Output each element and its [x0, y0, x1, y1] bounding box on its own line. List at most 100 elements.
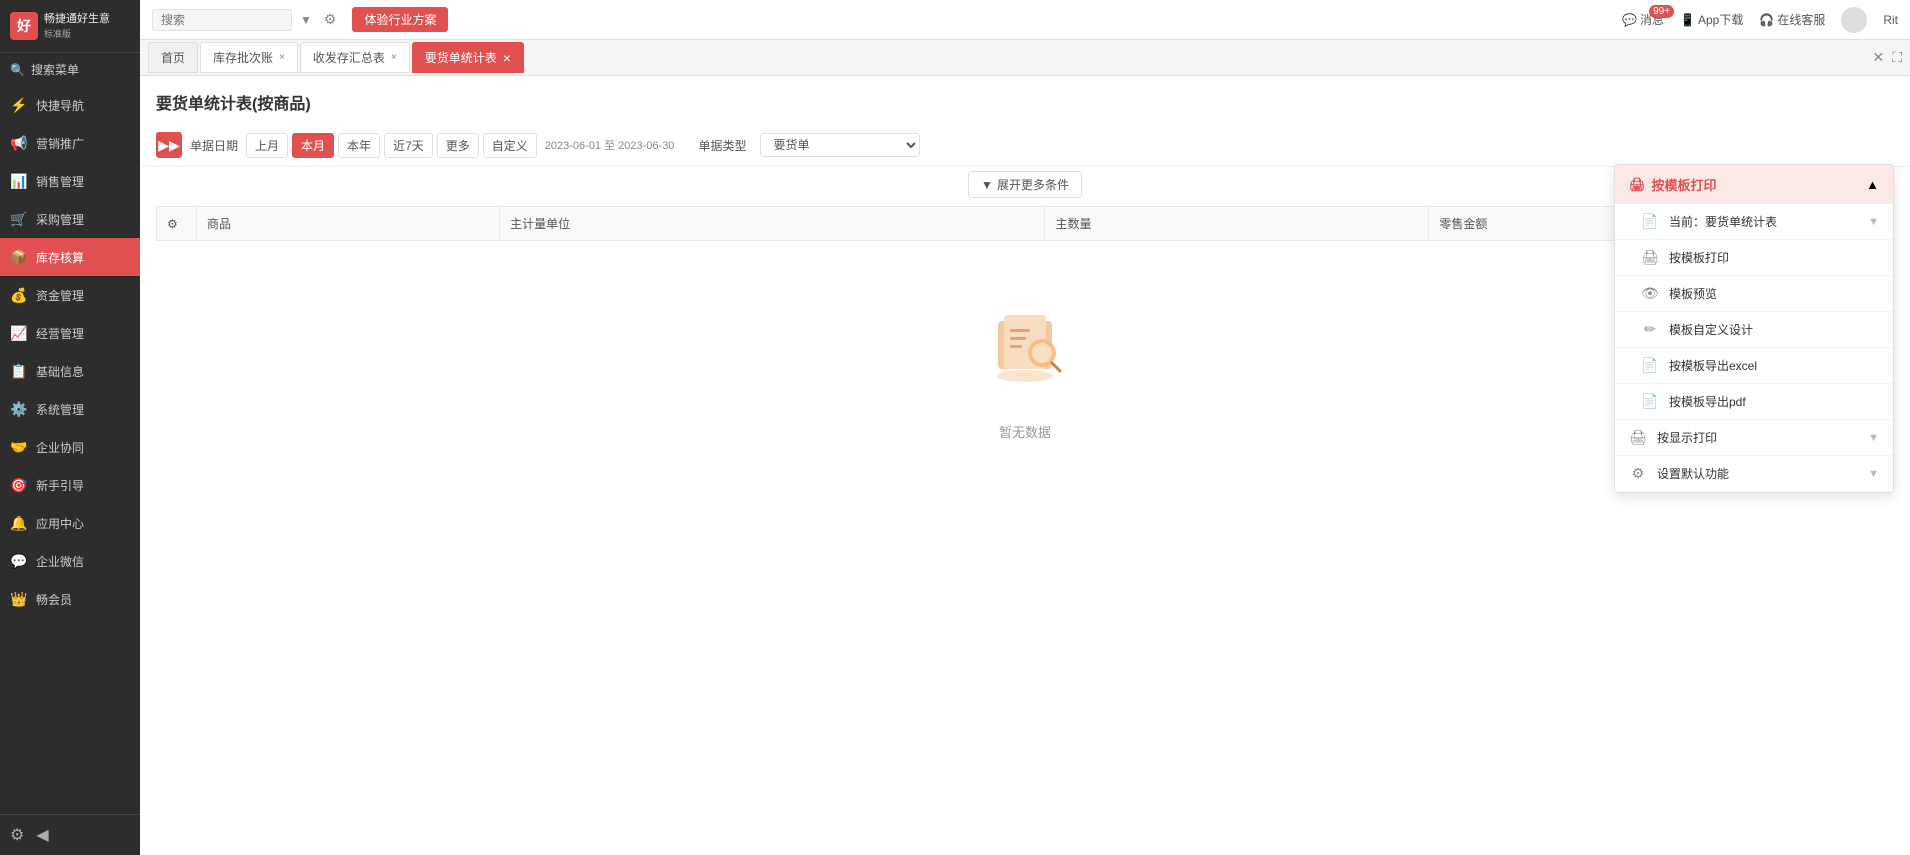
experience-btn[interactable]: 体验行业方案: [352, 7, 448, 32]
empty-text: 暂无数据: [999, 422, 1051, 441]
sidebar-item-marketing[interactable]: 📢 营销推广: [0, 124, 140, 162]
expand-label: 展开更多条件: [997, 176, 1069, 193]
sidebar-item-newbie[interactable]: 🎯 新手引导: [0, 466, 140, 504]
empty-icon: [980, 301, 1070, 410]
print-dropdown-item-default-func[interactable]: ⚙ 设置默认功能 ▼: [1615, 456, 1893, 492]
wechat-icon: 💬: [10, 552, 28, 570]
tab-order-summary-label: 要货单统计表: [425, 49, 497, 66]
type-filter-select[interactable]: 要货单: [760, 133, 920, 157]
basic-icon: 📋: [10, 362, 28, 380]
print-dropdown-item-template-excel[interactable]: 📄 按模板导出excel: [1615, 348, 1893, 384]
main-area: ▼ ⚙ 体验行业方案 💬 消息 99+ 📱 App下载 🎧 在线客服 Rit 首…: [140, 0, 1910, 855]
sidebar-item-operations[interactable]: 📈 经营管理: [0, 314, 140, 352]
default-func-label: 设置默认功能: [1657, 465, 1858, 482]
display-print-label: 按显示打印: [1657, 429, 1858, 446]
sidebar-item-inventory[interactable]: 📦 库存核算: [0, 238, 140, 276]
app-logo: 好 畅捷通好生意 标准版: [0, 0, 140, 53]
date-btn-last-month[interactable]: 上月: [246, 133, 288, 158]
sidebar-item-label: 应用中心: [36, 515, 84, 532]
tab-order-summary[interactable]: 要货单统计表 ×: [412, 42, 524, 73]
print-dropdown-item-display-print[interactable]: 🖨 按显示打印 ▼: [1615, 420, 1893, 456]
default-func-icon: ⚙: [1629, 465, 1647, 482]
topbar-chevron-icon[interactable]: ▼: [300, 13, 312, 27]
template-pdf-label: 按模板导出pdf: [1669, 393, 1879, 410]
display-print-icon: 🖨: [1629, 429, 1647, 446]
topbar-app-download[interactable]: 📱 App下载: [1680, 11, 1743, 28]
purchase-icon: 🛒: [10, 210, 28, 228]
expand-more-btn[interactable]: ▼ 展开更多条件: [968, 171, 1082, 198]
sidebar-item-member[interactable]: 👑 畅会员: [0, 580, 140, 618]
sidebar-search[interactable]: 🔍 搜索菜单: [0, 53, 140, 86]
sidebar-nav: ⚡ 快捷导航 📢 营销推广 📊 销售管理 🛒 采购管理 📦 库存核算 💰 资金管…: [0, 86, 140, 814]
sidebar-item-label: 系统管理: [36, 401, 84, 418]
sidebar-item-label: 畅会员: [36, 591, 72, 608]
print-dropdown-current[interactable]: 📄 当前：要货单统计表 ▼: [1615, 204, 1893, 240]
sidebar-item-purchase[interactable]: 🛒 采购管理: [0, 200, 140, 238]
sidebar-item-quick-nav[interactable]: ⚡ 快捷导航: [0, 86, 140, 124]
date-btn-custom[interactable]: 自定义: [483, 133, 537, 158]
sidebar-item-wechat[interactable]: 💬 企业微信: [0, 542, 140, 580]
print-dropdown-item-template-design[interactable]: ✏ 模板自定义设计: [1615, 312, 1893, 348]
tabs-bar: 首页 库存批次账 × 收发存汇总表 × 要货单统计表 × ✕ ⛶: [140, 40, 1910, 76]
print-dropdown-item-template-preview[interactable]: 👁 模板预览: [1615, 276, 1893, 312]
topbar-gear-icon[interactable]: ⚙: [324, 11, 337, 28]
maximize-icon[interactable]: ⛶: [1892, 49, 1902, 66]
print-dropdown-item-template-pdf[interactable]: 📄 按模板导出pdf: [1615, 384, 1893, 420]
print-dropdown-icon: 🖨: [1629, 177, 1646, 193]
date-btn-current-month[interactable]: 本月: [292, 133, 334, 158]
tab-receipt-summary[interactable]: 收发存汇总表 ×: [300, 42, 410, 73]
column-quantity: 主数量: [1045, 207, 1429, 241]
topbar-search-input[interactable]: [152, 9, 292, 31]
topbar-messages[interactable]: 💬 消息 99+: [1622, 11, 1664, 28]
logo-icon: 好: [10, 12, 38, 40]
tab-order-summary-close[interactable]: ×: [503, 50, 511, 66]
settings-bottom-icon[interactable]: ⚙: [10, 825, 24, 845]
current-template-label: 当前：要货单统计表: [1669, 213, 1858, 230]
tab-receipt-summary-close[interactable]: ×: [391, 52, 397, 63]
app-name: 畅捷通好生意: [44, 12, 110, 26]
sidebar-item-label: 快捷导航: [36, 97, 84, 114]
page-header: 要货单统计表(按商品): [140, 76, 1910, 124]
tab-batch-account-close[interactable]: ×: [279, 52, 285, 63]
current-template-chevron: ▼: [1868, 216, 1879, 228]
tab-batch-account[interactable]: 库存批次账 ×: [200, 42, 298, 73]
tab-home[interactable]: 首页: [148, 42, 198, 73]
messages-badge: 99+: [1649, 5, 1674, 18]
marketing-icon: 📢: [10, 134, 28, 152]
date-btn-more[interactable]: 更多: [437, 133, 479, 158]
print-dropdown-close-icon[interactable]: ▲: [1866, 177, 1879, 192]
date-range-display: 2023-06-01 至 2023-06-30: [545, 137, 675, 153]
sidebar-item-appstore[interactable]: 🔔 应用中心: [0, 504, 140, 542]
filter-bar: ▶▶ 单据日期 上月 本月 本年 近7天 更多 自定义 2023-06-01 至…: [140, 124, 1910, 167]
print-dropdown-title: 按模板打印: [1652, 175, 1717, 194]
column-settings[interactable]: ⚙: [157, 207, 197, 241]
user-avatar[interactable]: [1841, 7, 1867, 33]
print-dropdown-header[interactable]: 🖨 按模板打印 ▲: [1615, 165, 1893, 204]
sidebar-item-label: 资金管理: [36, 287, 84, 304]
close-window-icon[interactable]: ✕: [1872, 49, 1884, 66]
sidebar-item-label: 采购管理: [36, 211, 84, 228]
template-excel-label: 按模板导出excel: [1669, 357, 1879, 374]
phone-icon: 📱: [1680, 13, 1695, 27]
sidebar-item-collab[interactable]: 🤝 企业协同: [0, 428, 140, 466]
print-dropdown-item-template-print[interactable]: 🖨 按模板打印: [1615, 240, 1893, 276]
sidebar-item-basic[interactable]: 📋 基础信息: [0, 352, 140, 390]
search-icon: 🔍: [10, 63, 25, 77]
date-btn-current-year[interactable]: 本年: [338, 133, 380, 158]
column-unit: 主计量单位: [500, 207, 1045, 241]
tab-home-label: 首页: [161, 49, 185, 66]
collapse-icon[interactable]: ◀: [36, 825, 48, 845]
tabs-maximize-area: ✕ ⛶: [1872, 49, 1902, 66]
filter-expand-btn[interactable]: ▶▶: [156, 132, 182, 158]
username[interactable]: Rit: [1883, 13, 1898, 27]
topbar-online-service[interactable]: 🎧 在线客服: [1759, 11, 1825, 28]
app-download-label: App下载: [1698, 11, 1743, 28]
sidebar-item-label: 销售管理: [36, 173, 84, 190]
sidebar-item-label: 营销推广: [36, 135, 84, 152]
template-print-icon: 🖨: [1641, 249, 1659, 266]
date-btn-7days[interactable]: 近7天: [384, 133, 433, 158]
sidebar-item-sales[interactable]: 📊 销售管理: [0, 162, 140, 200]
sidebar-item-system[interactable]: ⚙️ 系统管理: [0, 390, 140, 428]
sidebar-item-finance[interactable]: 💰 资金管理: [0, 276, 140, 314]
sales-icon: 📊: [10, 172, 28, 190]
